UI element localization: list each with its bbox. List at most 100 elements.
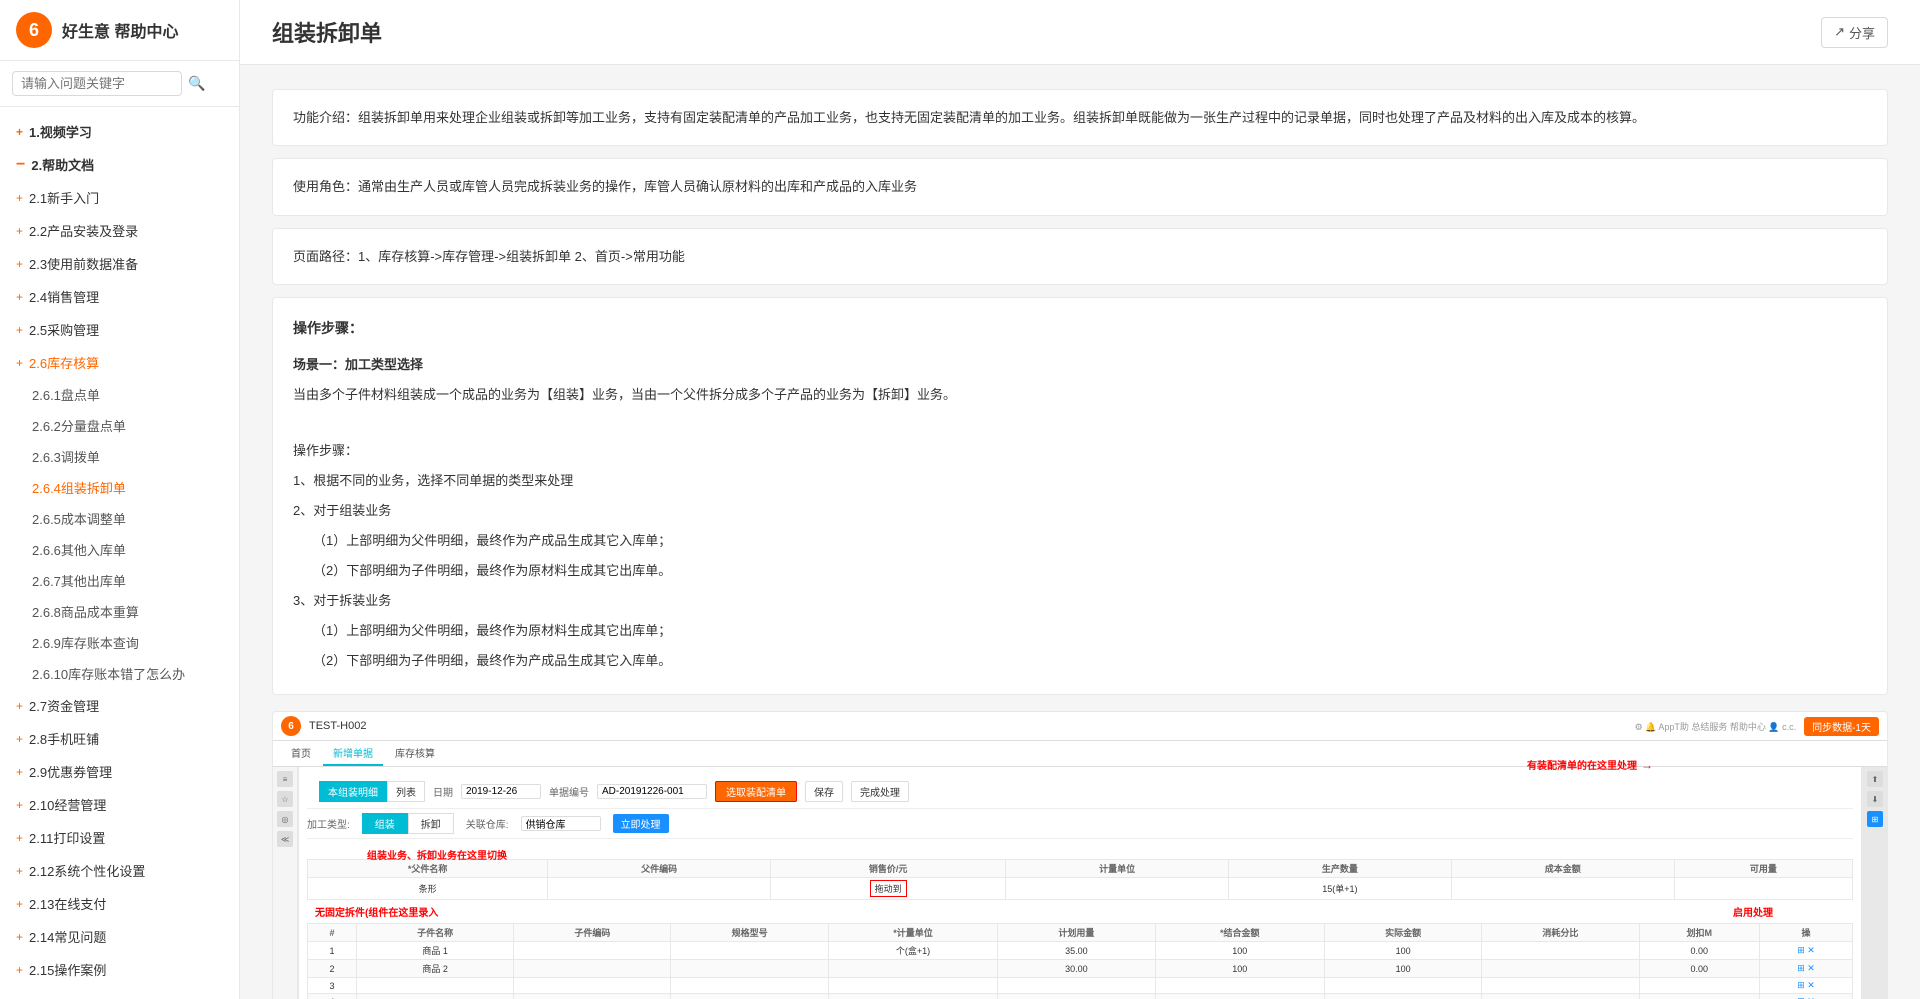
mock-arrow-icon-1: →: [1641, 758, 1653, 772]
sidebar-item-s28[interactable]: +2.8手机旺铺: [0, 722, 239, 755]
search-icon[interactable]: 🔍: [188, 75, 205, 92]
mock-company: TEST-H002: [309, 720, 1627, 732]
mock-lower-td-1-1: 商品 2: [356, 960, 513, 978]
sidebar-item-s263[interactable]: 2.6.3调拨单: [0, 441, 239, 472]
mock-topbar-icons: ⚙ 🔔 AppT助 总结服务 帮助中心 👤 c.c.: [1635, 720, 1797, 733]
mock-lower-th-1: 子件名称: [356, 924, 513, 942]
mock-lower-td-3-0: 4: [308, 994, 357, 999]
share-button[interactable]: ↗ 分享: [1821, 17, 1888, 48]
sidebar-item-s264[interactable]: 2.6.4组装拆卸单: [0, 472, 239, 503]
steps-sub-title: 操作步骤：: [293, 438, 1867, 464]
sidebar-item-s211[interactable]: +2.11打印设置: [0, 821, 239, 854]
sidebar-item-s215[interactable]: +2.15操作案例: [0, 953, 239, 986]
mock-ops-btn[interactable]: ⊞ ✕: [1797, 963, 1815, 973]
mock-lower-td-1-7: 100: [1324, 960, 1481, 978]
sidebar-item-s26[interactable]: +2.6库存核算: [0, 346, 239, 379]
mock-assemble-tab[interactable]: 组装: [362, 813, 408, 834]
sidebar-item-s268[interactable]: 2.6.8商品成本重算: [0, 596, 239, 627]
mock-lower-th-9: 划扣M: [1639, 924, 1760, 942]
mock-action-btn[interactable]: 保存: [805, 781, 843, 802]
sidebar-item-s267[interactable]: 2.6.7其他出库单: [0, 565, 239, 596]
mock-lower-td-2-6: [1155, 978, 1324, 994]
sidebar-item-s262[interactable]: 2.6.2分量盘点单: [0, 410, 239, 441]
mock-date-input[interactable]: [461, 784, 541, 799]
search-input[interactable]: [12, 71, 182, 96]
mock-ops-cell: ⊞ ✕: [1760, 942, 1853, 960]
mock-lower-th-2: 子件编码: [514, 924, 671, 942]
intro-text-1: 功能介绍：组装拆卸单用来处理企业组装或拆卸等加工业务，支持有固定装配清单的产品加…: [293, 110, 1645, 125]
mock-lower-td-0-2: [514, 942, 671, 960]
mock-tab-list[interactable]: 列表: [387, 781, 425, 802]
expand-icon: +: [16, 191, 23, 205]
sidebar-item-s29[interactable]: +2.9优惠券管理: [0, 755, 239, 788]
mock-tab-add[interactable]: 本组装明细: [319, 781, 387, 802]
sidebar-item-s23[interactable]: +2.3使用前数据准备: [0, 247, 239, 280]
mock-lower-td-1-8: [1482, 960, 1639, 978]
sidebar-item-s261[interactable]: 2.6.1盘点单: [0, 379, 239, 410]
sidebar-item-s210[interactable]: +2.10经营管理: [0, 788, 239, 821]
mock-icon-4[interactable]: ≪: [277, 831, 293, 847]
mock-subco-input[interactable]: [521, 816, 601, 831]
mock-upper-td-5: 15(单+1): [1229, 878, 1452, 900]
scenario1-desc: 当由多个子件材料组装成一个成品的业务为【组装】业务，当由一个父件拆分成多个子产品…: [293, 382, 1867, 408]
share-icon: ↗: [1834, 24, 1845, 40]
mock-complete-btn[interactable]: 完成处理: [851, 781, 909, 802]
expand-icon: +: [16, 798, 23, 812]
mock-annotation-text-3: 无固定拆件(组件在这里录入: [307, 908, 438, 919]
step2: 2、对于组装业务: [293, 498, 1867, 524]
mock-right-icon-2[interactable]: ⬇: [1867, 791, 1883, 807]
sidebar-item-s27[interactable]: +2.7资金管理: [0, 689, 239, 722]
sidebar-item-s25[interactable]: +2.5采购管理: [0, 313, 239, 346]
search-area: 🔍: [0, 61, 239, 107]
mock-toolbar: 本组装明细 列表 日期 单据编号 有装配清单的在这里处理 →: [307, 775, 1853, 809]
mock-lower-td-3-3: [671, 994, 828, 999]
mock-lower-table: # 子件名称 子件编码 规格型号 *计量单位 计划用量 *结合金额 实际金额 消: [307, 923, 1853, 999]
mock-icon-3[interactable]: ◎: [277, 811, 293, 827]
sidebar-section-s1[interactable]: +1.视频学习: [0, 115, 239, 148]
expand-icon: +: [16, 930, 23, 944]
sidebar-item-s269[interactable]: 2.6.9库存账本查询: [0, 627, 239, 658]
sidebar-item-s213[interactable]: +2.13在线支付: [0, 887, 239, 920]
mock-lower-td-3-2: [514, 994, 671, 999]
mock-right-icon-1[interactable]: ⬆: [1867, 771, 1883, 787]
expand-icon: +: [16, 125, 23, 139]
mock-lower-td-3-5: [998, 994, 1155, 999]
mock-sync-btn[interactable]: 同步数据-1天: [1804, 717, 1879, 736]
sidebar-item-s24[interactable]: +2.4销售管理: [0, 280, 239, 313]
mock-annotation-text-4: 启用处理: [1733, 904, 1773, 919]
mock-lower-td-0-0: 1: [308, 942, 357, 960]
sidebar-item-s265[interactable]: 2.6.5成本调整单: [0, 503, 239, 534]
mock-lower-td-2-7: [1324, 978, 1481, 994]
mock-lower-td-3-9: [1639, 994, 1760, 999]
sidebar-item-s22[interactable]: +2.2产品安装及登录: [0, 214, 239, 247]
mock-icon-2[interactable]: ☆: [277, 791, 293, 807]
mock-lower-td-0-6: 100: [1155, 942, 1324, 960]
expand-icon: +: [16, 765, 23, 779]
sidebar-item-s2610[interactable]: 2.6.10库存账本错了怎么办: [0, 658, 239, 689]
mock-lower-td-0-1: 商品 1: [356, 942, 513, 960]
step1: 1、根据不同的业务，选择不同单据的类型来处理: [293, 468, 1867, 494]
scenario1-title: 场景一：加工类型选择: [293, 352, 1867, 378]
mock-nav-home[interactable]: 首页: [281, 741, 321, 766]
mock-select-btn[interactable]: 选取装配清单: [715, 781, 797, 802]
mock-nav-inventory[interactable]: 库存核算: [385, 741, 445, 766]
sidebar-item-s266[interactable]: 2.6.6其他入库单: [0, 534, 239, 565]
sidebar-section-s2[interactable]: −2.帮助文档: [0, 148, 239, 181]
sidebar-item-s214[interactable]: +2.14常见问题: [0, 920, 239, 953]
mock-lower-td-2-0: 3: [308, 978, 357, 994]
mock-upper-th-6: 成本金额: [1451, 860, 1674, 878]
mock-ops-btn[interactable]: ⊞ ✕: [1797, 980, 1815, 990]
mock-icon-1[interactable]: ≡: [277, 771, 293, 787]
mock-disassemble-tab[interactable]: 拆卸: [408, 813, 454, 834]
sidebar-item-s212[interactable]: +2.12系统个性化设置: [0, 854, 239, 887]
mock-nav-new[interactable]: 新增单据: [323, 741, 383, 766]
mock-lower-th-8: 消耗分比: [1482, 924, 1639, 942]
mock-num-input[interactable]: [597, 784, 707, 799]
expand-icon: +: [16, 224, 23, 238]
sidebar-item-s21[interactable]: +2.1新手入门: [0, 181, 239, 214]
mock-ops-btn[interactable]: ⊞ ✕: [1797, 945, 1815, 955]
mock-right-icon-3[interactable]: ⊞: [1867, 811, 1883, 827]
mock-apply-btn[interactable]: 立即处理: [613, 814, 669, 833]
main-content: 功能介绍：组装拆卸单用来处理企业组装或拆卸等加工业务，支持有固定装配清单的产品加…: [240, 65, 1920, 999]
mock-ops-cell: ⊞ ✕: [1760, 978, 1853, 994]
